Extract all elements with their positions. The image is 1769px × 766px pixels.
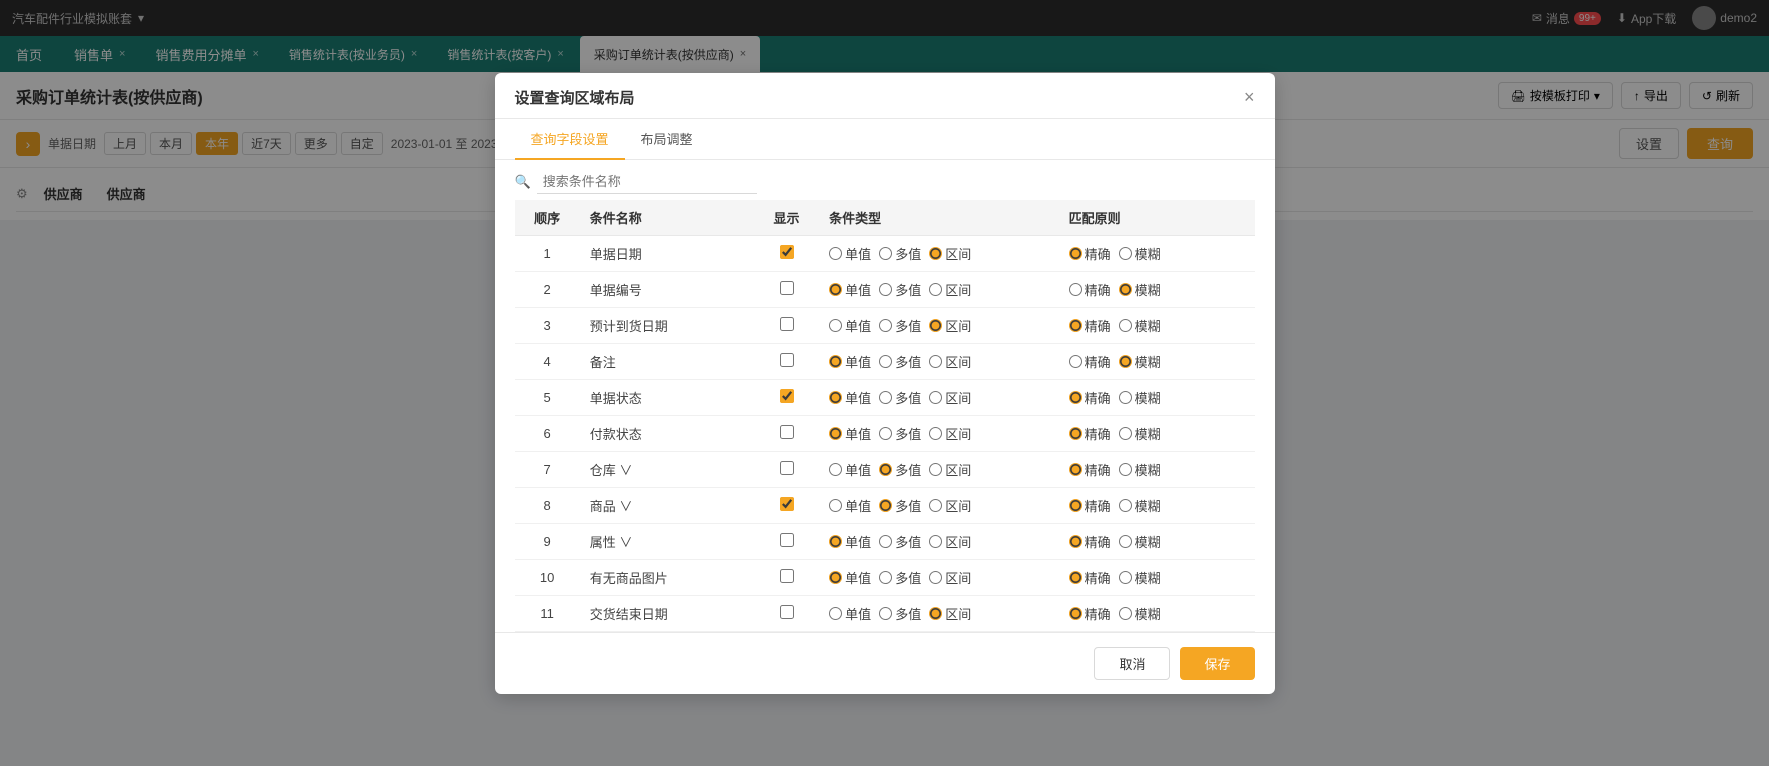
cell-check-6[interactable] <box>754 451 819 487</box>
cell-order-6: 7 <box>515 451 580 487</box>
cell-order-9: 10 <box>515 559 580 595</box>
cell-match-2: 精确模糊 <box>1059 307 1255 343</box>
search-input[interactable] <box>537 170 757 194</box>
cell-type-6: 单值多值区间 <box>819 451 1058 487</box>
modal-tabs: 查询字段设置 布局调整 <box>495 119 1275 160</box>
cell-check-5[interactable] <box>754 415 819 451</box>
cell-name-0: 单据日期 <box>580 235 754 271</box>
table-row: 2单据编号 单值多值区间精确模糊 <box>515 271 1255 307</box>
cell-order-3: 4 <box>515 343 580 379</box>
cell-match-0: 精确模糊 <box>1059 235 1255 271</box>
cell-type-4: 单值多值区间 <box>819 379 1058 415</box>
cell-match-8: 精确模糊 <box>1059 523 1255 559</box>
checkbox-5[interactable] <box>780 425 794 439</box>
cell-name-5: 付款状态 <box>580 415 754 451</box>
checkbox-2[interactable] <box>780 317 794 331</box>
cell-check-0[interactable] <box>754 235 819 271</box>
checkbox-10[interactable] <box>780 605 794 619</box>
cell-order-2: 3 <box>515 307 580 343</box>
table-row: 5单据状态 单值多值区间精确模糊 <box>515 379 1255 415</box>
cell-check-9[interactable] <box>754 559 819 595</box>
table-row: 8商品 ∨ 单值多值区间精确模糊 <box>515 487 1255 523</box>
cell-order-1: 2 <box>515 271 580 307</box>
cell-match-5: 精确模糊 <box>1059 415 1255 451</box>
cell-type-0: 单值多值区间 <box>819 235 1058 271</box>
cell-check-1[interactable] <box>754 271 819 307</box>
cell-check-8[interactable] <box>754 523 819 559</box>
modal-title: 设置查询区域布局 <box>515 87 635 108</box>
cell-type-1: 单值多值区间 <box>819 271 1058 307</box>
checkbox-9[interactable] <box>780 569 794 583</box>
cell-check-7[interactable] <box>754 487 819 523</box>
modal-footer: 取消 保存 <box>495 632 1275 694</box>
cell-name-2: 预计到货日期 <box>580 307 754 343</box>
cell-name-1: 单据编号 <box>580 271 754 307</box>
modal-table: 顺序 条件名称 显示 条件类型 匹配原则 1单据日期单值多值区间精确模糊2单据编… <box>515 200 1255 632</box>
cell-check-4[interactable] <box>754 379 819 415</box>
cell-check-10[interactable] <box>754 595 819 631</box>
table-row: 7仓库 ∨ 单值多值区间精确模糊 <box>515 451 1255 487</box>
th-match: 匹配原则 <box>1059 200 1255 236</box>
checkbox-7[interactable] <box>780 497 794 511</box>
table-row: 10有无商品图片 单值多值区间精确模糊 <box>515 559 1255 595</box>
th-order: 顺序 <box>515 200 580 236</box>
cell-type-10: 单值多值区间 <box>819 595 1058 631</box>
cancel-btn[interactable]: 取消 <box>1094 647 1170 680</box>
checkbox-3[interactable] <box>780 353 794 367</box>
th-show: 显示 <box>754 200 819 236</box>
modal-dialog: 设置查询区域布局 × 查询字段设置 布局调整 🔍 顺序 条件名称 显示 条件类型 <box>495 73 1275 694</box>
cell-name-7: 商品 ∨ <box>580 487 754 523</box>
cell-name-10: 交货结束日期 <box>580 595 754 631</box>
th-name: 条件名称 <box>580 200 754 236</box>
cell-type-5: 单值多值区间 <box>819 415 1058 451</box>
cell-name-8: 属性 ∨ <box>580 523 754 559</box>
cell-match-1: 精确模糊 <box>1059 271 1255 307</box>
table-row: 6付款状态 单值多值区间精确模糊 <box>515 415 1255 451</box>
cell-check-3[interactable] <box>754 343 819 379</box>
cell-order-8: 9 <box>515 523 580 559</box>
cell-type-8: 单值多值区间 <box>819 523 1058 559</box>
th-type: 条件类型 <box>819 200 1058 236</box>
table-row: 11交货结束日期 单值多值区间精确模糊 <box>515 595 1255 631</box>
cell-match-9: 精确模糊 <box>1059 559 1255 595</box>
modal-search-area: 🔍 <box>495 160 1275 200</box>
cell-name-3: 备注 <box>580 343 754 379</box>
checkbox-8[interactable] <box>780 533 794 547</box>
cell-order-4: 5 <box>515 379 580 415</box>
cell-name-9: 有无商品图片 <box>580 559 754 595</box>
cell-match-6: 精确模糊 <box>1059 451 1255 487</box>
save-btn[interactable]: 保存 <box>1180 647 1254 680</box>
cell-check-2[interactable] <box>754 307 819 343</box>
modal-tab-query-fields[interactable]: 查询字段设置 <box>515 119 625 160</box>
modal-header: 设置查询区域布局 × <box>495 73 1275 119</box>
modal-table-wrap: 顺序 条件名称 显示 条件类型 匹配原则 1单据日期单值多值区间精确模糊2单据编… <box>495 200 1275 632</box>
cell-name-6: 仓库 ∨ <box>580 451 754 487</box>
cell-match-3: 精确模糊 <box>1059 343 1255 379</box>
cell-type-9: 单值多值区间 <box>819 559 1058 595</box>
checkbox-4[interactable] <box>780 389 794 403</box>
cell-type-3: 单值多值区间 <box>819 343 1058 379</box>
cell-match-10: 精确模糊 <box>1059 595 1255 631</box>
modal-close-btn[interactable]: × <box>1244 88 1255 106</box>
table-row: 4备注 单值多值区间精确模糊 <box>515 343 1255 379</box>
table-row: 9属性 ∨ 单值多值区间精确模糊 <box>515 523 1255 559</box>
table-row: 3预计到货日期 单值多值区间精确模糊 <box>515 307 1255 343</box>
cell-name-4: 单据状态 <box>580 379 754 415</box>
checkbox-1[interactable] <box>780 281 794 295</box>
cell-order-5: 6 <box>515 415 580 451</box>
cell-match-7: 精确模糊 <box>1059 487 1255 523</box>
modal-overlay: 设置查询区域布局 × 查询字段设置 布局调整 🔍 顺序 条件名称 显示 条件类型 <box>0 0 1769 766</box>
cell-type-2: 单值多值区间 <box>819 307 1058 343</box>
cell-order-7: 8 <box>515 487 580 523</box>
checkbox-0[interactable] <box>780 245 794 259</box>
cell-order-0: 1 <box>515 235 580 271</box>
table-row: 1单据日期 单值多值区间精确模糊 <box>515 235 1255 271</box>
cell-match-4: 精确模糊 <box>1059 379 1255 415</box>
cell-order-10: 11 <box>515 595 580 631</box>
search-icon: 🔍 <box>515 174 531 190</box>
modal-tab-layout[interactable]: 布局调整 <box>625 119 709 160</box>
checkbox-6[interactable] <box>780 461 794 475</box>
cell-type-7: 单值多值区间 <box>819 487 1058 523</box>
